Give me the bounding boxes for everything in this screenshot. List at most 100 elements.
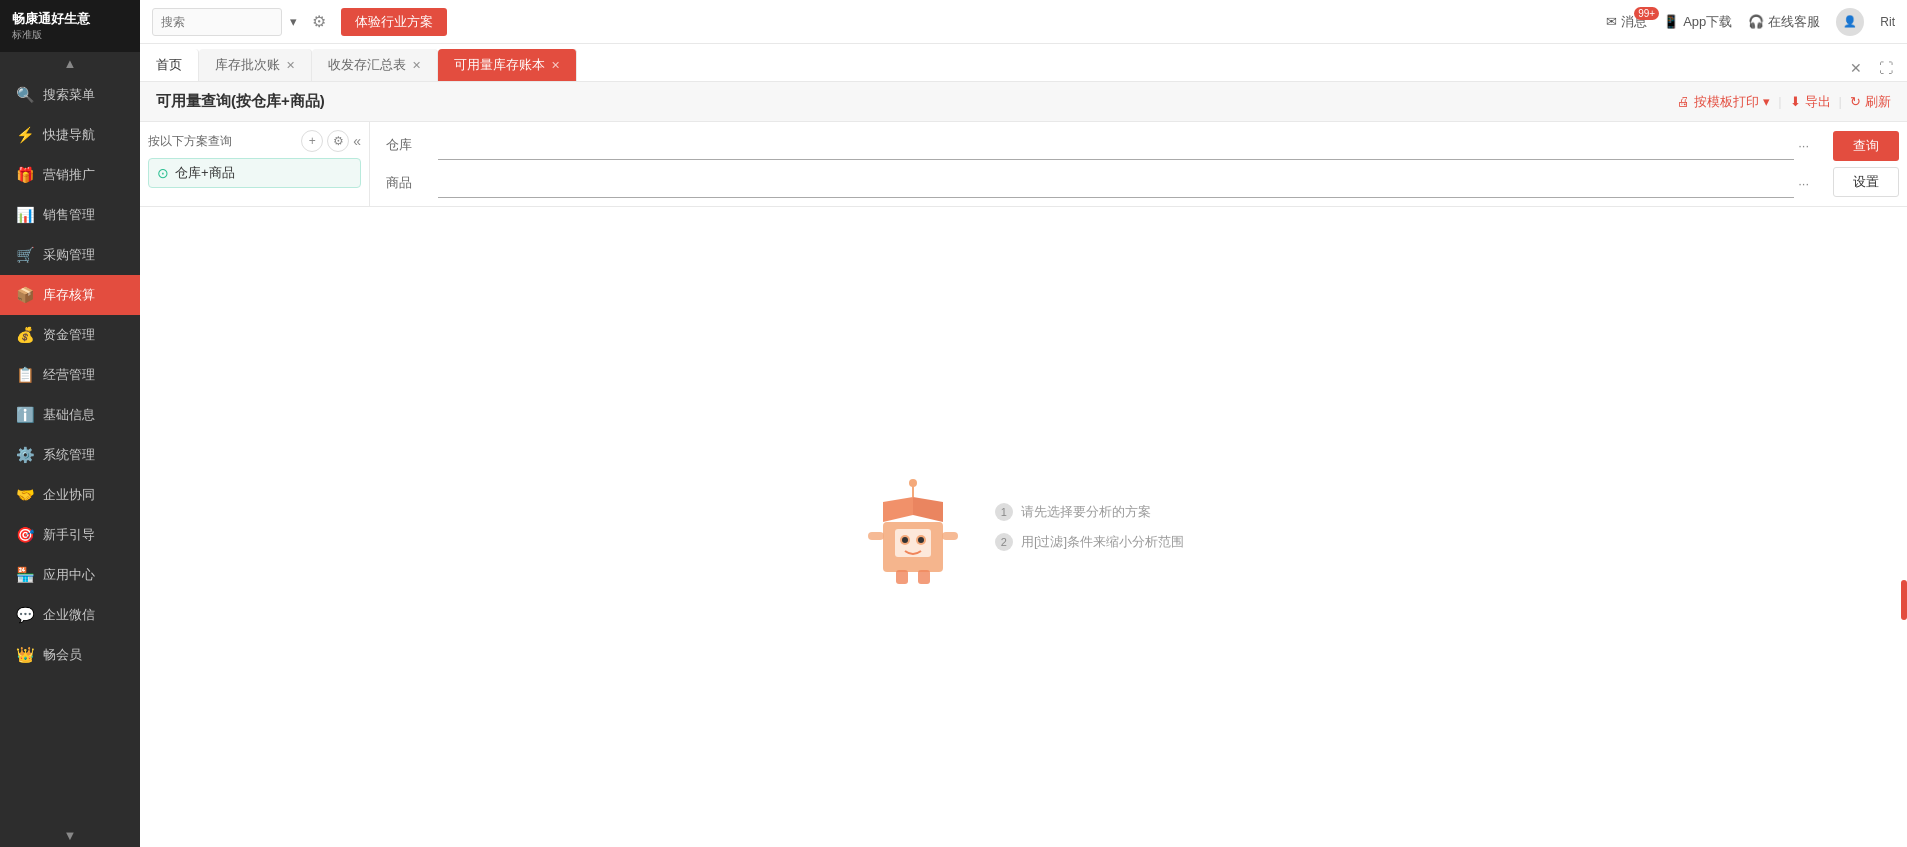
settings-scheme-button[interactable]: ⚙	[327, 130, 349, 152]
topbar-gear-btn[interactable]: ⚙	[305, 8, 333, 36]
page-header: 可用量查询(按仓库+商品) 🖨 按模板打印 ▾ | ⬇ 导出 | ↻ 刷新	[140, 82, 1907, 122]
tabs-expand-button[interactable]: ⛶	[1873, 55, 1899, 81]
add-scheme-button[interactable]: +	[301, 130, 323, 152]
svg-rect-3	[895, 529, 931, 557]
filter-scheme-panel: 按以下方案查询 + ⚙ « ⊙ 仓库+商品	[140, 122, 370, 206]
sidebar: 畅康通好生意 标准版 ▲ 🔍 搜索菜单 ⚡ 快捷导航 🎁 营销推广 📊 销售管理…	[0, 0, 140, 847]
message-button[interactable]: ✉ 消息 99+	[1606, 13, 1647, 31]
print-button[interactable]: 🖨 按模板打印 ▾	[1677, 93, 1770, 111]
topbar: ▾ ⚙ 体验行业方案 ✉ 消息 99+ 📱 App下载 🎧 在线客服 👤 Rit	[140, 0, 1907, 44]
filter-scheme-title: 按以下方案查询	[148, 133, 232, 150]
sidebar-item-inventory[interactable]: 📦 库存核算	[0, 275, 140, 315]
quicknav-icon: ⚡	[16, 126, 35, 144]
tab-inout-summary[interactable]: 收发存汇总表 ✕	[312, 49, 438, 81]
refresh-label: 刷新	[1865, 93, 1891, 111]
topbar-search-input[interactable]	[152, 8, 282, 36]
sidebar-item-marketing[interactable]: 🎁 营销推广	[0, 155, 140, 195]
message-badge: 99+	[1634, 7, 1659, 20]
tab-inout-summary-label: 收发存汇总表	[328, 56, 406, 74]
sidebar-item-search[interactable]: 🔍 搜索菜单	[0, 75, 140, 115]
print-dropdown-icon: ▾	[1763, 94, 1770, 109]
sidebar-scroll-up[interactable]: ▲	[0, 52, 140, 75]
print-label: 按模板打印	[1694, 93, 1759, 111]
sidebar-item-collab[interactable]: 🤝 企业协同	[0, 475, 140, 515]
svg-marker-2	[913, 497, 943, 522]
warehouse-more-btn[interactable]: ···	[1798, 138, 1809, 153]
guide-icon: 🎯	[16, 526, 35, 544]
sidebar-item-sales[interactable]: 📊 销售管理	[0, 195, 140, 235]
sidebar-item-appcenter[interactable]: 🏪 应用中心	[0, 555, 140, 595]
right-scroll-indicator	[1901, 580, 1907, 620]
filter-right: 仓库 ··· 商品 ···	[370, 122, 1825, 206]
sales-icon: 📊	[16, 206, 35, 224]
sidebar-item-system[interactable]: ⚙️ 系统管理	[0, 435, 140, 475]
goods-input[interactable]	[438, 168, 1794, 198]
filter-settings-button[interactable]: 设置	[1833, 167, 1899, 197]
tip-label-1: 请先选择要分析的方案	[1021, 503, 1151, 521]
filter-scheme-header: 按以下方案查询 + ⚙ «	[148, 130, 361, 152]
tab-inventory-batch[interactable]: 库存批次账 ✕	[199, 49, 312, 81]
refresh-icon: ↻	[1850, 94, 1861, 109]
filter-scheme-controls: + ⚙ «	[301, 130, 361, 152]
warehouse-filter-label: 仓库	[386, 136, 426, 154]
empty-illustration	[863, 477, 963, 577]
app-name: 畅康通好生意	[12, 10, 128, 28]
filter-action-buttons: 查询 设置	[1825, 122, 1907, 206]
tab-home[interactable]: 首页	[140, 49, 199, 81]
sidebar-item-wechat[interactable]: 💬 企业微信	[0, 595, 140, 635]
warehouse-input[interactable]	[438, 130, 1794, 160]
query-button[interactable]: 查询	[1833, 131, 1899, 161]
collapse-panel-button[interactable]: «	[353, 133, 361, 149]
sidebar-item-label: 快捷导航	[43, 126, 95, 144]
online-service-button[interactable]: 🎧 在线客服	[1748, 13, 1820, 31]
sidebar-nav: 🔍 搜索菜单 ⚡ 快捷导航 🎁 营销推广 📊 销售管理 🛒 采购管理 📦 库存核…	[0, 75, 140, 824]
tab-inventory-batch-label: 库存批次账	[215, 56, 280, 74]
sidebar-item-finance[interactable]: 💰 资金管理	[0, 315, 140, 355]
tab-inout-summary-close[interactable]: ✕	[412, 59, 421, 72]
sidebar-item-quicknav[interactable]: ⚡ 快捷导航	[0, 115, 140, 155]
sidebar-item-label: 畅会员	[43, 646, 82, 664]
empty-tips: 1 请先选择要分析的方案 2 用[过滤]条件来缩小分析范围	[995, 503, 1184, 551]
page-header-actions: 🖨 按模板打印 ▾ | ⬇ 导出 | ↻ 刷新	[1677, 93, 1891, 111]
sidebar-item-label: 营销推广	[43, 166, 95, 184]
chevron-down-icon: ▾	[290, 14, 297, 29]
header-divider-1: |	[1778, 94, 1781, 109]
sidebar-item-guide[interactable]: 🎯 新手引导	[0, 515, 140, 555]
industry-solution-button[interactable]: 体验行业方案	[341, 8, 447, 36]
page-content: 可用量查询(按仓库+商品) 🖨 按模板打印 ▾ | ⬇ 导出 | ↻ 刷新	[140, 82, 1907, 847]
empty-tip-2: 2 用[过滤]条件来缩小分析范围	[995, 533, 1184, 551]
empty-state: 1 请先选择要分析的方案 2 用[过滤]条件来缩小分析范围	[140, 207, 1907, 847]
sidebar-scroll-down[interactable]: ▼	[0, 824, 140, 847]
filter-inputs-row: 仓库 ··· 商品 ···	[370, 122, 1907, 206]
goods-filter-label: 商品	[386, 174, 426, 192]
sidebar-item-vip[interactable]: 👑 畅会员	[0, 635, 140, 675]
topbar-right: ✉ 消息 99+ 📱 App下载 🎧 在线客服 👤 Rit	[1606, 8, 1895, 36]
avatar: 👤	[1836, 8, 1864, 36]
sidebar-item-basicinfo[interactable]: ℹ️ 基础信息	[0, 395, 140, 435]
goods-input-wrap: ···	[438, 168, 1809, 198]
scheme-item-warehouse-goods[interactable]: ⊙ 仓库+商品	[148, 158, 361, 188]
export-button[interactable]: ⬇ 导出	[1790, 93, 1831, 111]
refresh-button[interactable]: ↻ 刷新	[1850, 93, 1891, 111]
sidebar-item-label: 搜索菜单	[43, 86, 95, 104]
purchase-icon: 🛒	[16, 246, 35, 264]
headset-icon: 🎧	[1748, 14, 1764, 29]
tab-inventory-batch-close[interactable]: ✕	[286, 59, 295, 72]
sidebar-item-operations[interactable]: 📋 经营管理	[0, 355, 140, 395]
sidebar-item-purchase[interactable]: 🛒 采购管理	[0, 235, 140, 275]
sidebar-item-label: 企业微信	[43, 606, 95, 624]
goods-more-btn[interactable]: ···	[1798, 176, 1809, 191]
tip-num-1: 1	[995, 503, 1013, 521]
export-label: 导出	[1805, 93, 1831, 111]
username-label[interactable]: Rit	[1880, 15, 1895, 29]
message-icon: ✉	[1606, 14, 1617, 29]
tab-available-inventory-close[interactable]: ✕	[551, 59, 560, 72]
app-download-button[interactable]: 📱 App下载	[1663, 13, 1732, 31]
operations-icon: 📋	[16, 366, 35, 384]
scheme-icon: ⊙	[157, 165, 169, 181]
tabs-close-all-button[interactable]: ✕	[1843, 55, 1869, 81]
tab-available-inventory[interactable]: 可用量库存账本 ✕	[438, 49, 577, 81]
topbar-dropdown-btn[interactable]: ▾	[290, 14, 297, 29]
sidebar-item-label: 系统管理	[43, 446, 95, 464]
wechat-icon: 💬	[16, 606, 35, 624]
